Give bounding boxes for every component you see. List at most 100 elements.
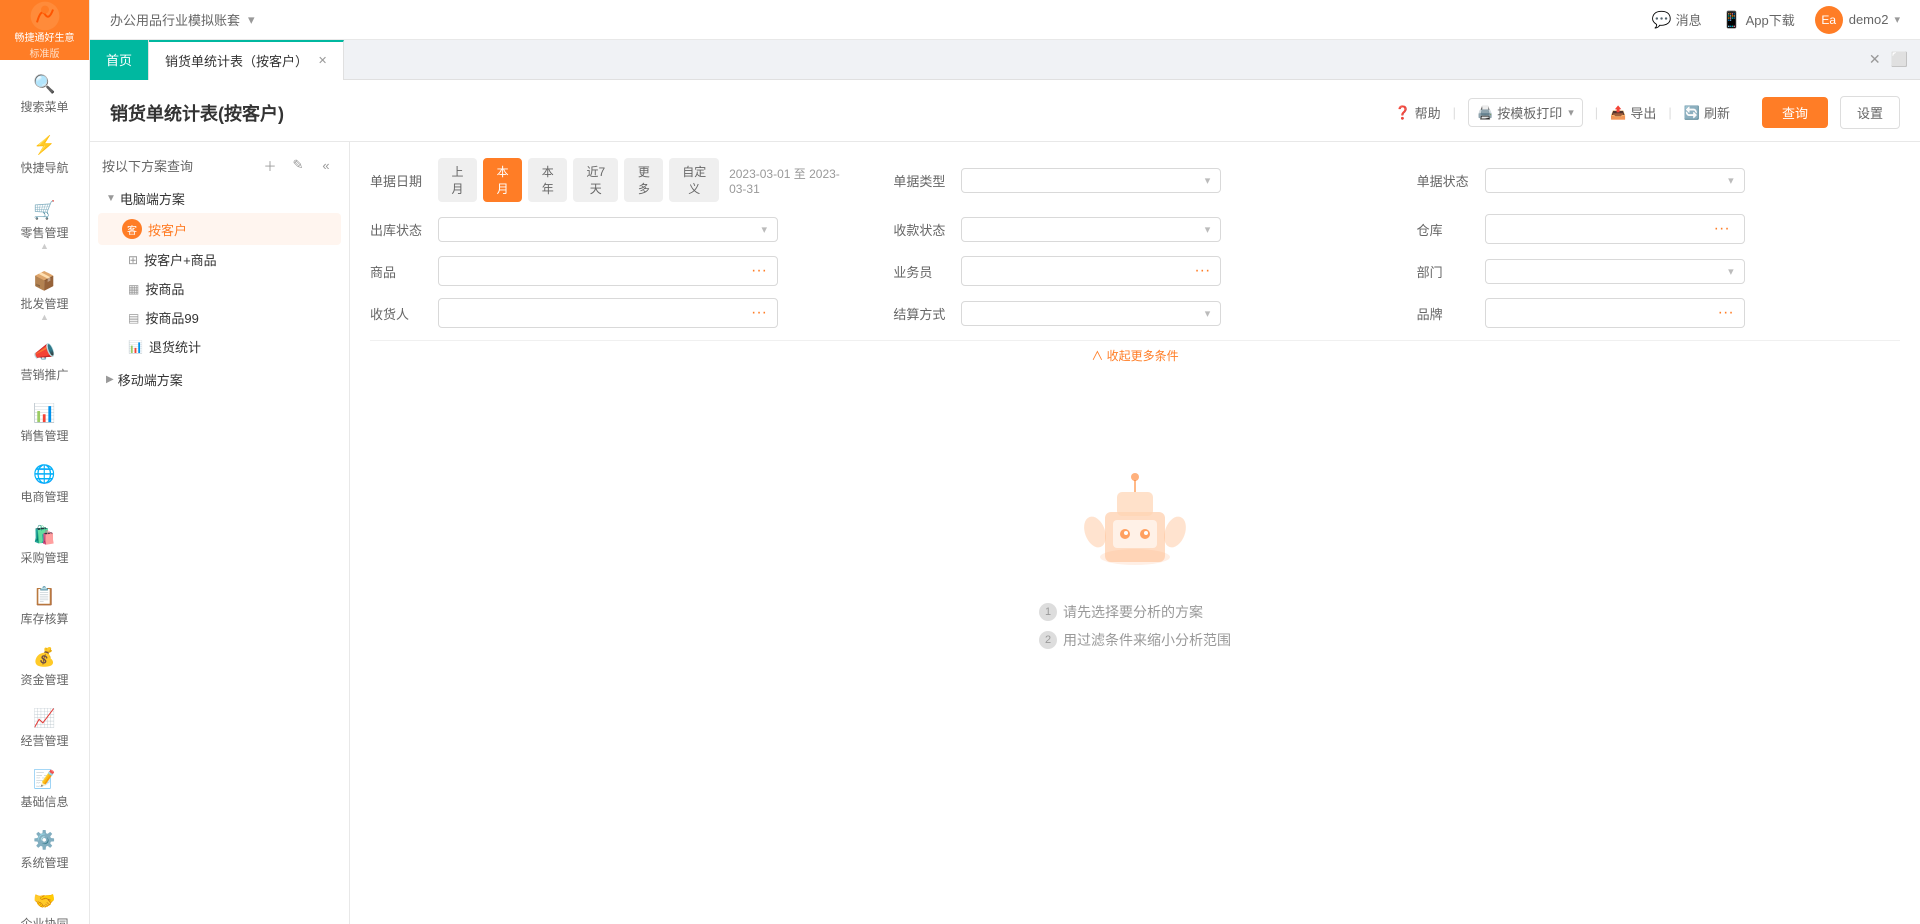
- tree-group-mobile[interactable]: ▶ 移动端方案: [98, 365, 341, 394]
- collapse-icon: «: [322, 158, 329, 173]
- sidebar-item-ecommerce[interactable]: 🌐 电商管理: [0, 454, 90, 515]
- tree-section: ▼ 电脑端方案 客 按客户 ⊞ 按客户+商品 ▦: [90, 184, 349, 394]
- tab-close-icon[interactable]: ✕: [318, 54, 327, 67]
- help-btn[interactable]: ❓ 帮助: [1394, 103, 1440, 122]
- tree-item-by-customer[interactable]: 客 按客户: [98, 213, 341, 245]
- brand-filter-item: 品牌 ···: [1417, 298, 1900, 328]
- sidebar-item-enterprise[interactable]: 🤝 企业协同: [0, 881, 90, 924]
- date-btn-custom[interactable]: 自定义: [669, 158, 719, 202]
- receipt-status-label: 收款状态: [893, 220, 953, 239]
- tree-group-desktop[interactable]: ▼ 电脑端方案: [98, 184, 341, 213]
- brand-label: 品牌: [1417, 304, 1477, 323]
- edit-scheme-btn[interactable]: ✎: [287, 154, 309, 176]
- warehouse-filter-item: 仓库 ···: [1417, 214, 1900, 244]
- setting-button[interactable]: 设置: [1840, 96, 1900, 129]
- department-label: 部门: [1417, 262, 1477, 281]
- sidebar-item-finance[interactable]: 💰 资金管理: [0, 637, 90, 698]
- brand-dots[interactable]: ···: [1718, 304, 1734, 322]
- sidebar-item-purchase[interactable]: 🛍️ 采购管理: [0, 515, 90, 576]
- sidebar-item-search[interactable]: 🔍 搜索菜单: [0, 64, 90, 125]
- app-download-btn[interactable]: 📱 App下载: [1722, 10, 1795, 30]
- receiver-select[interactable]: ···: [438, 298, 778, 328]
- sidebar-item-basic[interactable]: 📝 基础信息: [0, 759, 90, 820]
- date-btn-this-year[interactable]: 本年: [528, 158, 567, 202]
- tab-home[interactable]: 首页: [90, 40, 149, 80]
- department-filter-item: 部门 ▾: [1417, 259, 1900, 284]
- sidebar-item-system[interactable]: ⚙️ 系统管理: [0, 820, 90, 881]
- date-btn-last-month[interactable]: 上月: [438, 158, 477, 202]
- sidebar-item-label: 经营管理: [20, 732, 68, 749]
- goods-select[interactable]: ···: [438, 256, 778, 286]
- logo-main-text: 畅捷通好生意: [15, 32, 75, 45]
- date-btn-7days[interactable]: 近7天: [573, 158, 618, 202]
- tabs-maximize: ✕ ⬜: [1869, 51, 1920, 68]
- tree-item-by-goods-99[interactable]: ▤ 按商品99: [98, 303, 341, 332]
- status-dropdown-arrow: ▾: [1728, 174, 1734, 187]
- empty-state: 1 请先选择要分析的方案 2 用过滤条件来缩小分析范围: [370, 382, 1900, 730]
- date-btn-this-month[interactable]: 本月: [483, 158, 522, 202]
- receiver-label: 收货人: [370, 304, 430, 323]
- export-btn[interactable]: 📤 导出: [1610, 103, 1656, 122]
- marketing-icon: 📣: [33, 342, 55, 363]
- top-bar-left: 办公用品行业模拟账套 ▾: [110, 10, 255, 29]
- collapse-panel-btn[interactable]: «: [315, 154, 337, 176]
- tree-item-by-customer-goods[interactable]: ⊞ 按客户+商品: [98, 245, 341, 274]
- tree-item-return-stat[interactable]: 📊 退货统计: [98, 332, 341, 361]
- retail-arrow: ▲: [40, 241, 49, 251]
- sidebar-item-label: 搜索菜单: [20, 98, 68, 115]
- sidebar-item-label: 基础信息: [20, 793, 68, 810]
- template-print-btn[interactable]: 🖨️ 按模板打印 ▾: [1468, 98, 1583, 127]
- salesperson-dots[interactable]: ···: [1194, 262, 1210, 280]
- receiver-dots[interactable]: ···: [751, 304, 767, 322]
- sidebar-item-sales[interactable]: 📊 销售管理: [0, 393, 90, 454]
- sidebar-item-marketing[interactable]: 📣 营销推广: [0, 332, 90, 393]
- sidebar: 畅捷通好生意 标准版 🔍 搜索菜单 ⚡ 快捷导航 🛒 零售管理 ▲ 📦 批发管理…: [0, 0, 90, 924]
- maximize-icon[interactable]: ⬜: [1891, 51, 1908, 68]
- warehouse-dots[interactable]: ···: [1714, 220, 1730, 238]
- filter-row-1: 单据日期 上月 本月 本年 近7天 更多 自定义 2023-03-01 至 20…: [370, 158, 1900, 202]
- user-menu[interactable]: Ea demo2 ▾: [1815, 6, 1900, 34]
- status-select[interactable]: ▾: [1485, 168, 1745, 193]
- warehouse-select[interactable]: ···: [1485, 214, 1745, 244]
- department-select[interactable]: ▾: [1485, 259, 1745, 284]
- tree-item-by-goods[interactable]: ▦ 按商品: [98, 274, 341, 303]
- receipt-status-select[interactable]: ▾: [961, 217, 1221, 242]
- goods-dots[interactable]: ···: [751, 262, 767, 280]
- tree-arrow-desktop: ▼: [106, 193, 116, 204]
- app-download-icon: 📱: [1722, 10, 1742, 30]
- tab-sales-stat[interactable]: 销货单统计表（按客户） ✕: [149, 40, 344, 80]
- sidebar-item-label: 采购管理: [20, 549, 68, 566]
- by-customer-circle: 客: [122, 219, 142, 239]
- query-button[interactable]: 查询: [1762, 97, 1828, 128]
- by-goods-icon: ▦: [128, 282, 139, 296]
- message-btn[interactable]: 💬 消息: [1652, 10, 1702, 30]
- finance-icon: 💰: [33, 647, 55, 668]
- empty-illustration: [1075, 462, 1195, 582]
- receipt-status-arrow: ▾: [1205, 223, 1211, 236]
- tree-group-desktop-label: 电脑端方案: [120, 189, 185, 208]
- settlement-select[interactable]: ▾: [961, 301, 1221, 326]
- app-download-label: App下载: [1746, 10, 1795, 29]
- sidebar-item-inventory[interactable]: 📋 库存核算: [0, 576, 90, 637]
- close-window-icon[interactable]: ✕: [1869, 51, 1881, 68]
- app-name-dropdown-icon[interactable]: ▾: [248, 12, 255, 28]
- status-label: 单据状态: [1417, 171, 1477, 190]
- out-status-select[interactable]: ▾: [438, 217, 778, 242]
- date-btn-more[interactable]: 更多: [624, 158, 663, 202]
- sidebar-logo: 畅捷通好生意 标准版: [0, 0, 90, 60]
- refresh-btn[interactable]: 🔄 刷新: [1684, 103, 1730, 122]
- add-scheme-btn[interactable]: ＋: [259, 154, 281, 176]
- sidebar-item-quick-nav[interactable]: ⚡ 快捷导航: [0, 125, 90, 186]
- salesperson-select[interactable]: ···: [961, 256, 1221, 286]
- sidebar-item-wholesale[interactable]: 📦 批发管理 ▲: [0, 261, 90, 332]
- collapse-bar[interactable]: ∧ 收起更多条件: [370, 340, 1900, 370]
- sidebar-item-operations[interactable]: 📈 经营管理: [0, 698, 90, 759]
- sidebar-item-retail[interactable]: 🛒 零售管理 ▲: [0, 190, 90, 261]
- left-panel: 按以下方案查询 ＋ ✎ «: [90, 142, 350, 924]
- user-name: demo2: [1849, 12, 1889, 27]
- sidebar-item-label: 资金管理: [20, 671, 68, 688]
- separator-3: |: [1668, 105, 1671, 120]
- separator-1: |: [1453, 105, 1456, 120]
- brand-select[interactable]: ···: [1485, 298, 1745, 328]
- type-select[interactable]: ▾: [961, 168, 1221, 193]
